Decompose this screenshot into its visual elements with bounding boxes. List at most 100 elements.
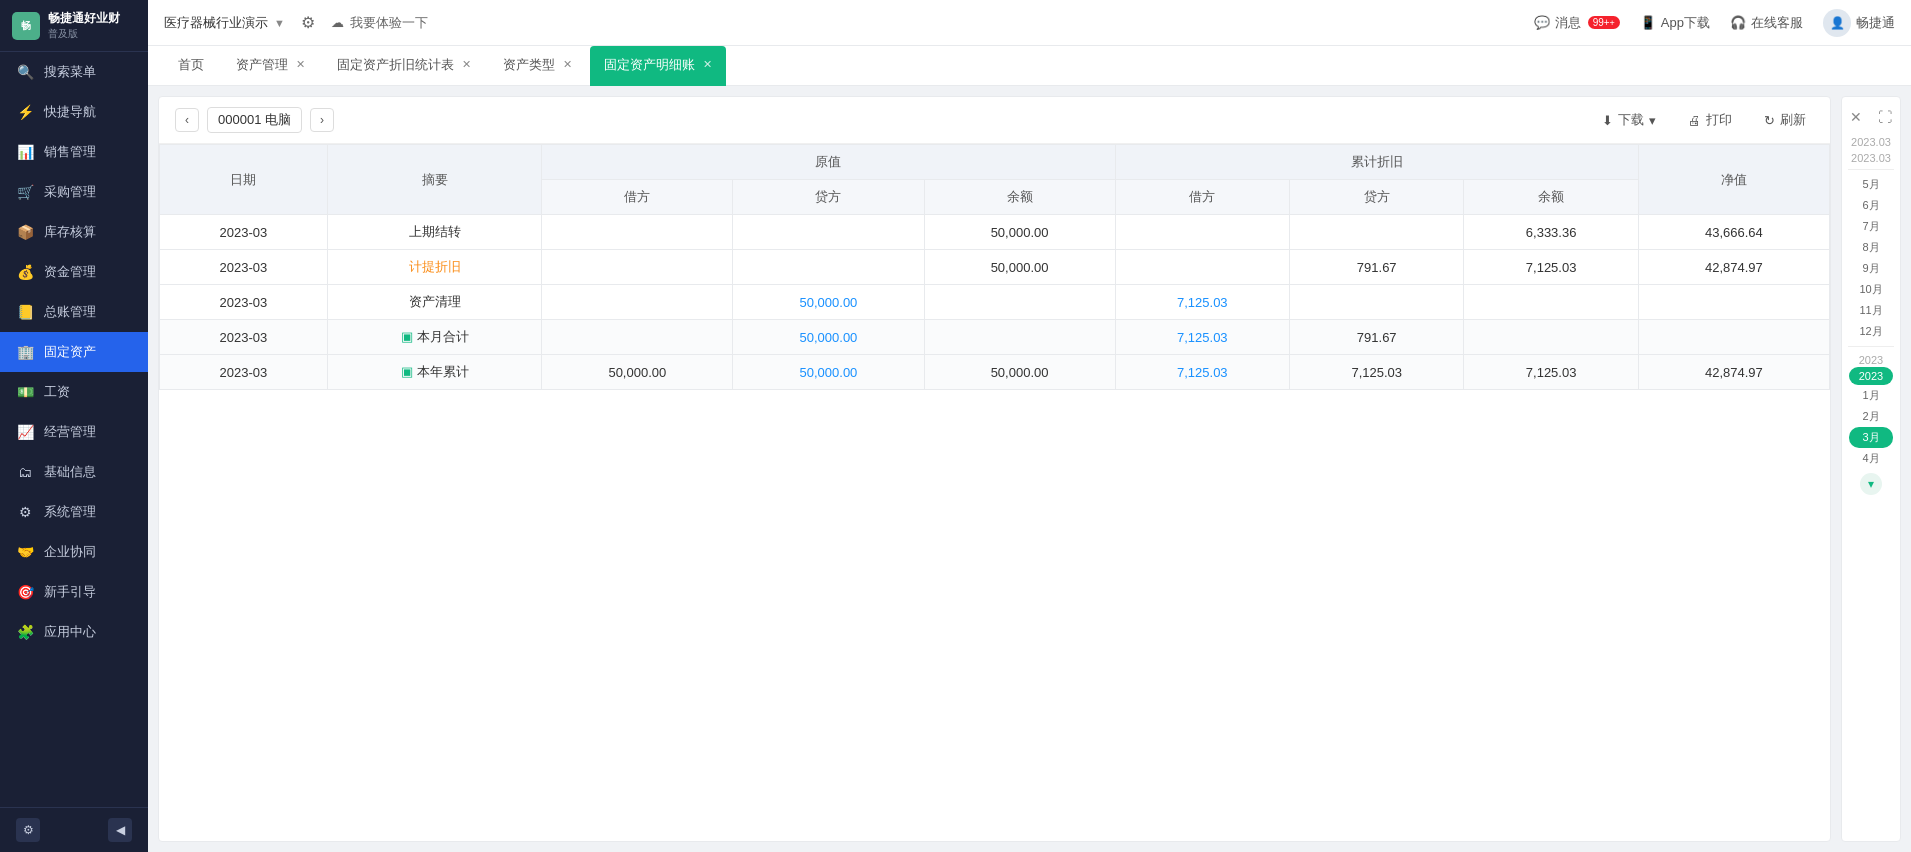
th-orig-balance: 余额	[924, 180, 1115, 215]
timeline-expand-button[interactable]: ⛶	[1874, 105, 1896, 129]
cell-summary: 上期结转	[327, 215, 542, 250]
asset-id: 000001	[218, 112, 261, 127]
timeline-active-year-badge[interactable]: 2023	[1849, 367, 1893, 385]
purchase-icon: 🛒	[16, 184, 34, 200]
sidebar-item-inventory[interactable]: 📦库存核算	[0, 212, 148, 252]
th-orig-credit: 贷方	[733, 180, 924, 215]
message-badge: 99++	[1588, 16, 1620, 29]
cell-orig-debit	[542, 215, 733, 250]
sidebar-item-system[interactable]: ⚙系统管理	[0, 492, 148, 532]
timeline-close-button[interactable]: ✕	[1846, 105, 1866, 129]
timeline-month-2023[interactable]: 3月	[1849, 427, 1893, 448]
timeline-month-2023[interactable]: 4月	[1845, 448, 1897, 469]
sidebar-item-guide[interactable]: 🎯新手引导	[0, 572, 148, 612]
sidebar-item-label: 经营管理	[44, 423, 96, 441]
timeline-header-buttons: ✕ ⛶	[1842, 105, 1900, 133]
tab-asset-detail[interactable]: 固定资产明细账✕	[590, 46, 726, 86]
main-area: 医疗器械行业演示 ▼ ⚙ ☁ 我要体验一下 💬 消息 99++ 📱 App下载 …	[148, 0, 1911, 852]
prev-asset-button[interactable]: ‹	[175, 108, 199, 132]
timeline-scroll-down[interactable]: ▾	[1860, 473, 1882, 495]
download-button[interactable]: ⬇ 下载 ▾	[1594, 107, 1664, 133]
timeline-separator	[1848, 169, 1894, 170]
tab-close-depreciation-report[interactable]: ✕	[462, 58, 471, 71]
timeline-month[interactable]: 6月	[1853, 195, 1888, 216]
timeline-month[interactable]: 10月	[1853, 279, 1888, 300]
summary-icon: ▣	[401, 364, 413, 379]
timeline-month[interactable]: 9月	[1853, 258, 1888, 279]
cell-orig-balance: 50,000.00	[924, 355, 1115, 390]
sidebar-item-label: 采购管理	[44, 183, 96, 201]
sidebar-item-quicknav[interactable]: ⚡快捷导航	[0, 92, 148, 132]
cell-net-value: 43,666.64	[1638, 215, 1829, 250]
cell-orig-debit	[542, 250, 733, 285]
sidebar-item-sales[interactable]: 📊销售管理	[0, 132, 148, 172]
tab-depreciation-report[interactable]: 固定资产折旧统计表✕	[323, 46, 485, 86]
tab-close-asset-mgmt[interactable]: ✕	[296, 58, 305, 71]
asset-name: 电脑	[265, 112, 291, 127]
finance-icon: 💰	[16, 264, 34, 280]
sidebar-item-operations[interactable]: 📈经营管理	[0, 412, 148, 452]
cell-dep-balance: 7,125.03	[1464, 250, 1638, 285]
sidebar-item-purchase[interactable]: 🛒 采购管理	[0, 172, 148, 212]
print-label: 打印	[1706, 111, 1732, 129]
app-download-button[interactable]: 📱 App下载	[1640, 14, 1710, 32]
message-button[interactable]: 💬 消息 99++	[1534, 14, 1620, 32]
guide-icon: 🎯	[16, 584, 34, 600]
timeline-date-1: 2023.03	[1851, 133, 1891, 149]
print-button[interactable]: 🖨 打印	[1680, 107, 1740, 133]
timeline-month-2023[interactable]: 2月	[1845, 406, 1897, 427]
timeline-month[interactable]: 5月	[1853, 174, 1888, 195]
timeline-month[interactable]: 7月	[1853, 216, 1888, 237]
company-selector[interactable]: 医疗器械行业演示 ▼	[164, 14, 285, 32]
timeline-year-badge: 2023	[1859, 351, 1883, 367]
sidebar-logo: 畅	[12, 12, 40, 40]
sidebar-item-finance[interactable]: 💰资金管理	[0, 252, 148, 292]
sidebar-item-base-info[interactable]: 🗂基础信息	[0, 452, 148, 492]
content-area: ‹ 000001 电脑 › ⬇ 下载 ▾ 🖨 打印	[148, 86, 1911, 852]
sidebar-item-ledger[interactable]: 📒总账管理	[0, 292, 148, 332]
table-row: 2023-03 上期结转 50,000.00 6,333.36 43,666.6…	[160, 215, 1830, 250]
cell-date: 2023-03	[160, 250, 328, 285]
sidebar-item-search[interactable]: 🔍搜索菜单	[0, 52, 148, 92]
cell-date: 2023-03	[160, 355, 328, 390]
experience-button[interactable]: ☁ 我要体验一下	[331, 14, 428, 32]
cell-dep-credit	[1290, 285, 1464, 320]
user-menu[interactable]: 👤 畅捷通	[1823, 9, 1895, 37]
refresh-button[interactable]: ↻ 刷新	[1756, 107, 1814, 133]
detail-table: 日期 摘要 原值 累计折旧 净值 借方 贷方 余额 借方 贷方 余额	[159, 144, 1830, 390]
tab-close-asset-detail[interactable]: ✕	[703, 58, 712, 71]
customer-service-label: 在线客服	[1751, 14, 1803, 32]
tab-home[interactable]: 首页	[164, 46, 218, 86]
cell-summary: ▣本月合计	[327, 320, 542, 355]
timeline-month-2023[interactable]: 1月	[1845, 385, 1897, 406]
th-net-value: 净值	[1638, 145, 1829, 215]
tab-asset-type[interactable]: 资产类型✕	[489, 46, 586, 86]
settings-button[interactable]: ⚙	[16, 818, 40, 842]
collapse-button[interactable]: ◀	[108, 818, 132, 842]
timeline-month[interactable]: 12月	[1853, 321, 1888, 342]
topbar-settings-icon[interactable]: ⚙	[301, 13, 315, 32]
sales-icon: 📊	[16, 144, 34, 160]
sidebar-item-payroll[interactable]: 💵工资	[0, 372, 148, 412]
tab-close-asset-type[interactable]: ✕	[563, 58, 572, 71]
sidebar-item-fixed-assets[interactable]: 🏢固定资产	[0, 332, 148, 372]
main-panel: ‹ 000001 电脑 › ⬇ 下载 ▾ 🖨 打印	[158, 96, 1831, 842]
timeline-month[interactable]: 11月	[1853, 300, 1888, 321]
timeline-date-2: 2023.03	[1851, 149, 1891, 165]
th-orig-debit: 借方	[542, 180, 733, 215]
user-name: 畅捷通	[1856, 14, 1895, 32]
quicknav-icon: ⚡	[16, 104, 34, 120]
cell-orig-credit: 50,000.00	[733, 355, 924, 390]
cell-date: 2023-03	[160, 320, 328, 355]
sidebar-item-collab[interactable]: 🤝企业协同	[0, 532, 148, 572]
sidebar-item-appstore[interactable]: 🧩应用中心	[0, 612, 148, 652]
timeline-month[interactable]: 8月	[1853, 237, 1888, 258]
search-icon: 🔍	[16, 64, 34, 80]
asset-id-tag: 000001 电脑	[207, 107, 302, 133]
customer-service-button[interactable]: 🎧 在线客服	[1730, 14, 1803, 32]
next-asset-button[interactable]: ›	[310, 108, 334, 132]
cell-dep-debit	[1115, 250, 1289, 285]
system-icon: ⚙	[16, 504, 34, 520]
tab-asset-mgmt[interactable]: 资产管理✕	[222, 46, 319, 86]
sidebar: 畅 畅捷通好业财 普及版 🔍搜索菜单⚡快捷导航📊销售管理🛒采购管理📦库存核算💰资…	[0, 0, 148, 852]
